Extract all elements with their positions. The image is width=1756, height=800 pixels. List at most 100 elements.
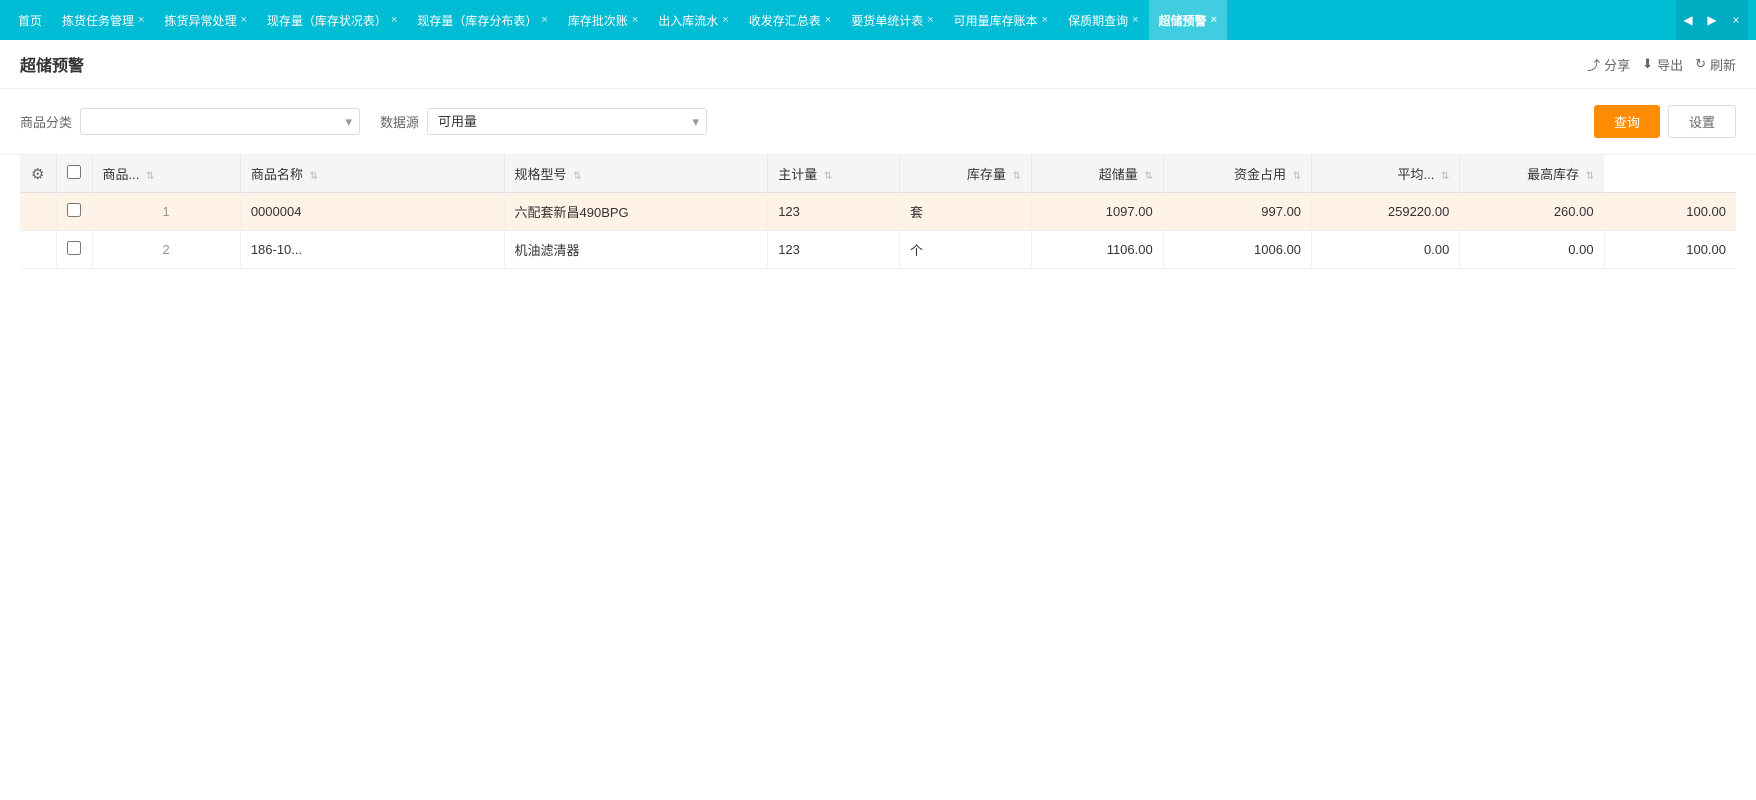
th-sku[interactable]: 商品... ⇅ <box>92 155 240 193</box>
row-stock-1: 1097.00 <box>1031 193 1163 231</box>
th-stock[interactable]: 库存量 ⇅ <box>900 155 1032 193</box>
select-all-checkbox[interactable] <box>67 165 81 179</box>
row-sku-2: 186-10... <box>240 231 504 269</box>
nav-close-existing-dist[interactable]: × <box>541 14 547 26</box>
select-all-cell[interactable] <box>56 155 92 193</box>
row-spec-2: 123 <box>768 231 900 269</box>
row-over-2: 1006.00 <box>1163 231 1311 269</box>
row-avg-1: 260.00 <box>1460 193 1604 231</box>
nav-item-order-stats[interactable]: 要货单统计表 × <box>841 0 943 40</box>
th-avg[interactable]: 平均... ⇅ <box>1312 155 1460 193</box>
share-icon: ⤴ <box>1587 55 1600 74</box>
datasource-label: 数据源 <box>380 112 419 131</box>
nav-prev-button[interactable]: ◀ <box>1676 0 1700 40</box>
page-header: 超储预警 ⤴ 分享 ⬇ 导出 ↻ 刷新 <box>0 40 1756 89</box>
th-unit[interactable]: 主计量 ⇅ <box>768 155 900 193</box>
table-body: 1 0000004 六配套新昌490BPG 123 套 1097.00 997.… <box>20 193 1736 269</box>
refresh-button[interactable]: ↻ 刷新 <box>1695 55 1736 74</box>
nav-item-stock-batch[interactable]: 库存批次账 × <box>558 0 648 40</box>
row-checkbox-2[interactable] <box>67 241 81 255</box>
sort-name-icon: ⇅ <box>309 171 317 182</box>
th-name[interactable]: 商品名称 ⇅ <box>240 155 504 193</box>
nav-item-overstock[interactable]: 超储预警 × <box>1149 0 1227 40</box>
table-row: 1 0000004 六配套新昌490BPG 123 套 1097.00 997.… <box>20 193 1736 231</box>
datasource-select-wrapper: 可用量 实际量 <box>427 108 707 135</box>
query-button[interactable]: 查询 <box>1594 105 1660 138</box>
row-avg-2: 0.00 <box>1460 231 1604 269</box>
category-select[interactable] <box>80 108 360 135</box>
row-stock-2: 1106.00 <box>1031 231 1163 269</box>
overstock-table: ⚙ 商品... ⇅ 商品名称 ⇅ 规格型号 ⇅ 主计量 <box>20 155 1736 269</box>
nav-arrows: ◀ ▶ × <box>1676 0 1748 40</box>
sort-avg-icon: ⇅ <box>1441 171 1449 182</box>
nav-item-available-stock[interactable]: 可用量库存账本 × <box>944 0 1058 40</box>
nav-close-existing-status[interactable]: × <box>391 14 397 26</box>
sort-spec-icon: ⇅ <box>573 171 581 182</box>
row-num-1: 1 <box>92 193 240 231</box>
row-spec-1: 123 <box>768 193 900 231</box>
nav-close-collection-summary[interactable]: × <box>825 14 831 26</box>
nav-close-inout-flow[interactable]: × <box>722 14 728 26</box>
th-spec[interactable]: 规格型号 ⇅ <box>504 155 768 193</box>
sort-stock-icon: ⇅ <box>1012 171 1020 182</box>
nav-close-available-stock[interactable]: × <box>1042 14 1048 26</box>
filter-buttons: 查询 设置 <box>1594 105 1736 138</box>
nav-next-button[interactable]: ▶ <box>1700 0 1724 40</box>
row-capital-2: 0.00 <box>1312 231 1460 269</box>
row-over-1: 997.00 <box>1163 193 1311 231</box>
th-maxstock[interactable]: 最高库存 ⇅ <box>1460 155 1604 193</box>
row-checkbox-cell[interactable] <box>56 231 92 269</box>
table-container: ⚙ 商品... ⇅ 商品名称 ⇅ 规格型号 ⇅ 主计量 <box>0 155 1756 269</box>
nav-item-expiry[interactable]: 保质期查询 × <box>1058 0 1148 40</box>
row-gear-cell <box>20 231 56 269</box>
row-maxstock-2: 100.00 <box>1604 231 1736 269</box>
nav-close-stock-batch[interactable]: × <box>632 14 638 26</box>
filter-area: 商品分类 数据源 可用量 实际量 查询 设置 <box>0 89 1756 155</box>
table-header-row: ⚙ 商品... ⇅ 商品名称 ⇅ 规格型号 ⇅ 主计量 <box>20 155 1736 193</box>
table-row: 2 186-10... 机油滤清器 123 个 1106.00 1006.00 … <box>20 231 1736 269</box>
th-over[interactable]: 超储量 ⇅ <box>1031 155 1163 193</box>
sort-capital-icon: ⇅ <box>1293 171 1301 182</box>
row-unit-1: 套 <box>900 193 1032 231</box>
nav-close-jh-error[interactable]: × <box>240 14 246 26</box>
sort-maxstock-icon: ⇅ <box>1586 171 1594 182</box>
page-title: 超储预警 <box>20 52 84 76</box>
nav-item-home[interactable]: 首页 <box>8 0 52 40</box>
row-maxstock-1: 100.00 <box>1604 193 1736 231</box>
category-select-wrapper <box>80 108 360 135</box>
nav-item-inout-flow[interactable]: 出入库流水 × <box>648 0 738 40</box>
share-button[interactable]: ⤴ 分享 <box>1587 55 1630 74</box>
settings-button[interactable]: 设置 <box>1668 105 1736 138</box>
nav-close-expiry[interactable]: × <box>1132 14 1138 26</box>
category-filter-group: 商品分类 <box>20 108 360 135</box>
nav-close-jh-task[interactable]: × <box>138 14 144 26</box>
row-checkbox-1[interactable] <box>67 203 81 217</box>
sort-sku-icon: ⇅ <box>146 171 154 182</box>
nav-item-jh-task[interactable]: 拣货任务管理 × <box>52 0 154 40</box>
gear-icon[interactable]: ⚙ <box>31 166 44 183</box>
header-actions: ⤴ 分享 ⬇ 导出 ↻ 刷新 <box>1587 55 1736 74</box>
row-gear-cell <box>20 193 56 231</box>
nav-close-overstock[interactable]: × <box>1211 14 1217 26</box>
row-checkbox-cell[interactable] <box>56 193 92 231</box>
nav-item-jh-error[interactable]: 拣货异常处理 × <box>154 0 256 40</box>
row-name-2: 机油滤清器 <box>504 231 768 269</box>
category-label: 商品分类 <box>20 112 72 131</box>
nav-item-collection-summary[interactable]: 收发存汇总表 × <box>739 0 841 40</box>
export-icon: ⬇ <box>1642 56 1653 72</box>
datasource-select[interactable]: 可用量 实际量 <box>427 108 707 135</box>
sort-over-icon: ⇅ <box>1144 171 1152 182</box>
nav-item-existing-status[interactable]: 现存量（库存状况表） × <box>257 0 407 40</box>
th-capital[interactable]: 资金占用 ⇅ <box>1163 155 1311 193</box>
nav-item-existing-dist[interactable]: 现存量（库存分布表） × <box>407 0 557 40</box>
nav-close-button[interactable]: × <box>1724 0 1748 40</box>
row-capital-1: 259220.00 <box>1312 193 1460 231</box>
datasource-filter-group: 数据源 可用量 实际量 <box>380 108 707 135</box>
row-name-1: 六配套新昌490BPG <box>504 193 768 231</box>
refresh-icon: ↻ <box>1695 56 1706 72</box>
row-unit-2: 个 <box>900 231 1032 269</box>
nav-close-order-stats[interactable]: × <box>927 14 933 26</box>
row-num-2: 2 <box>92 231 240 269</box>
row-sku-1: 0000004 <box>240 193 504 231</box>
export-button[interactable]: ⬇ 导出 <box>1642 55 1683 74</box>
